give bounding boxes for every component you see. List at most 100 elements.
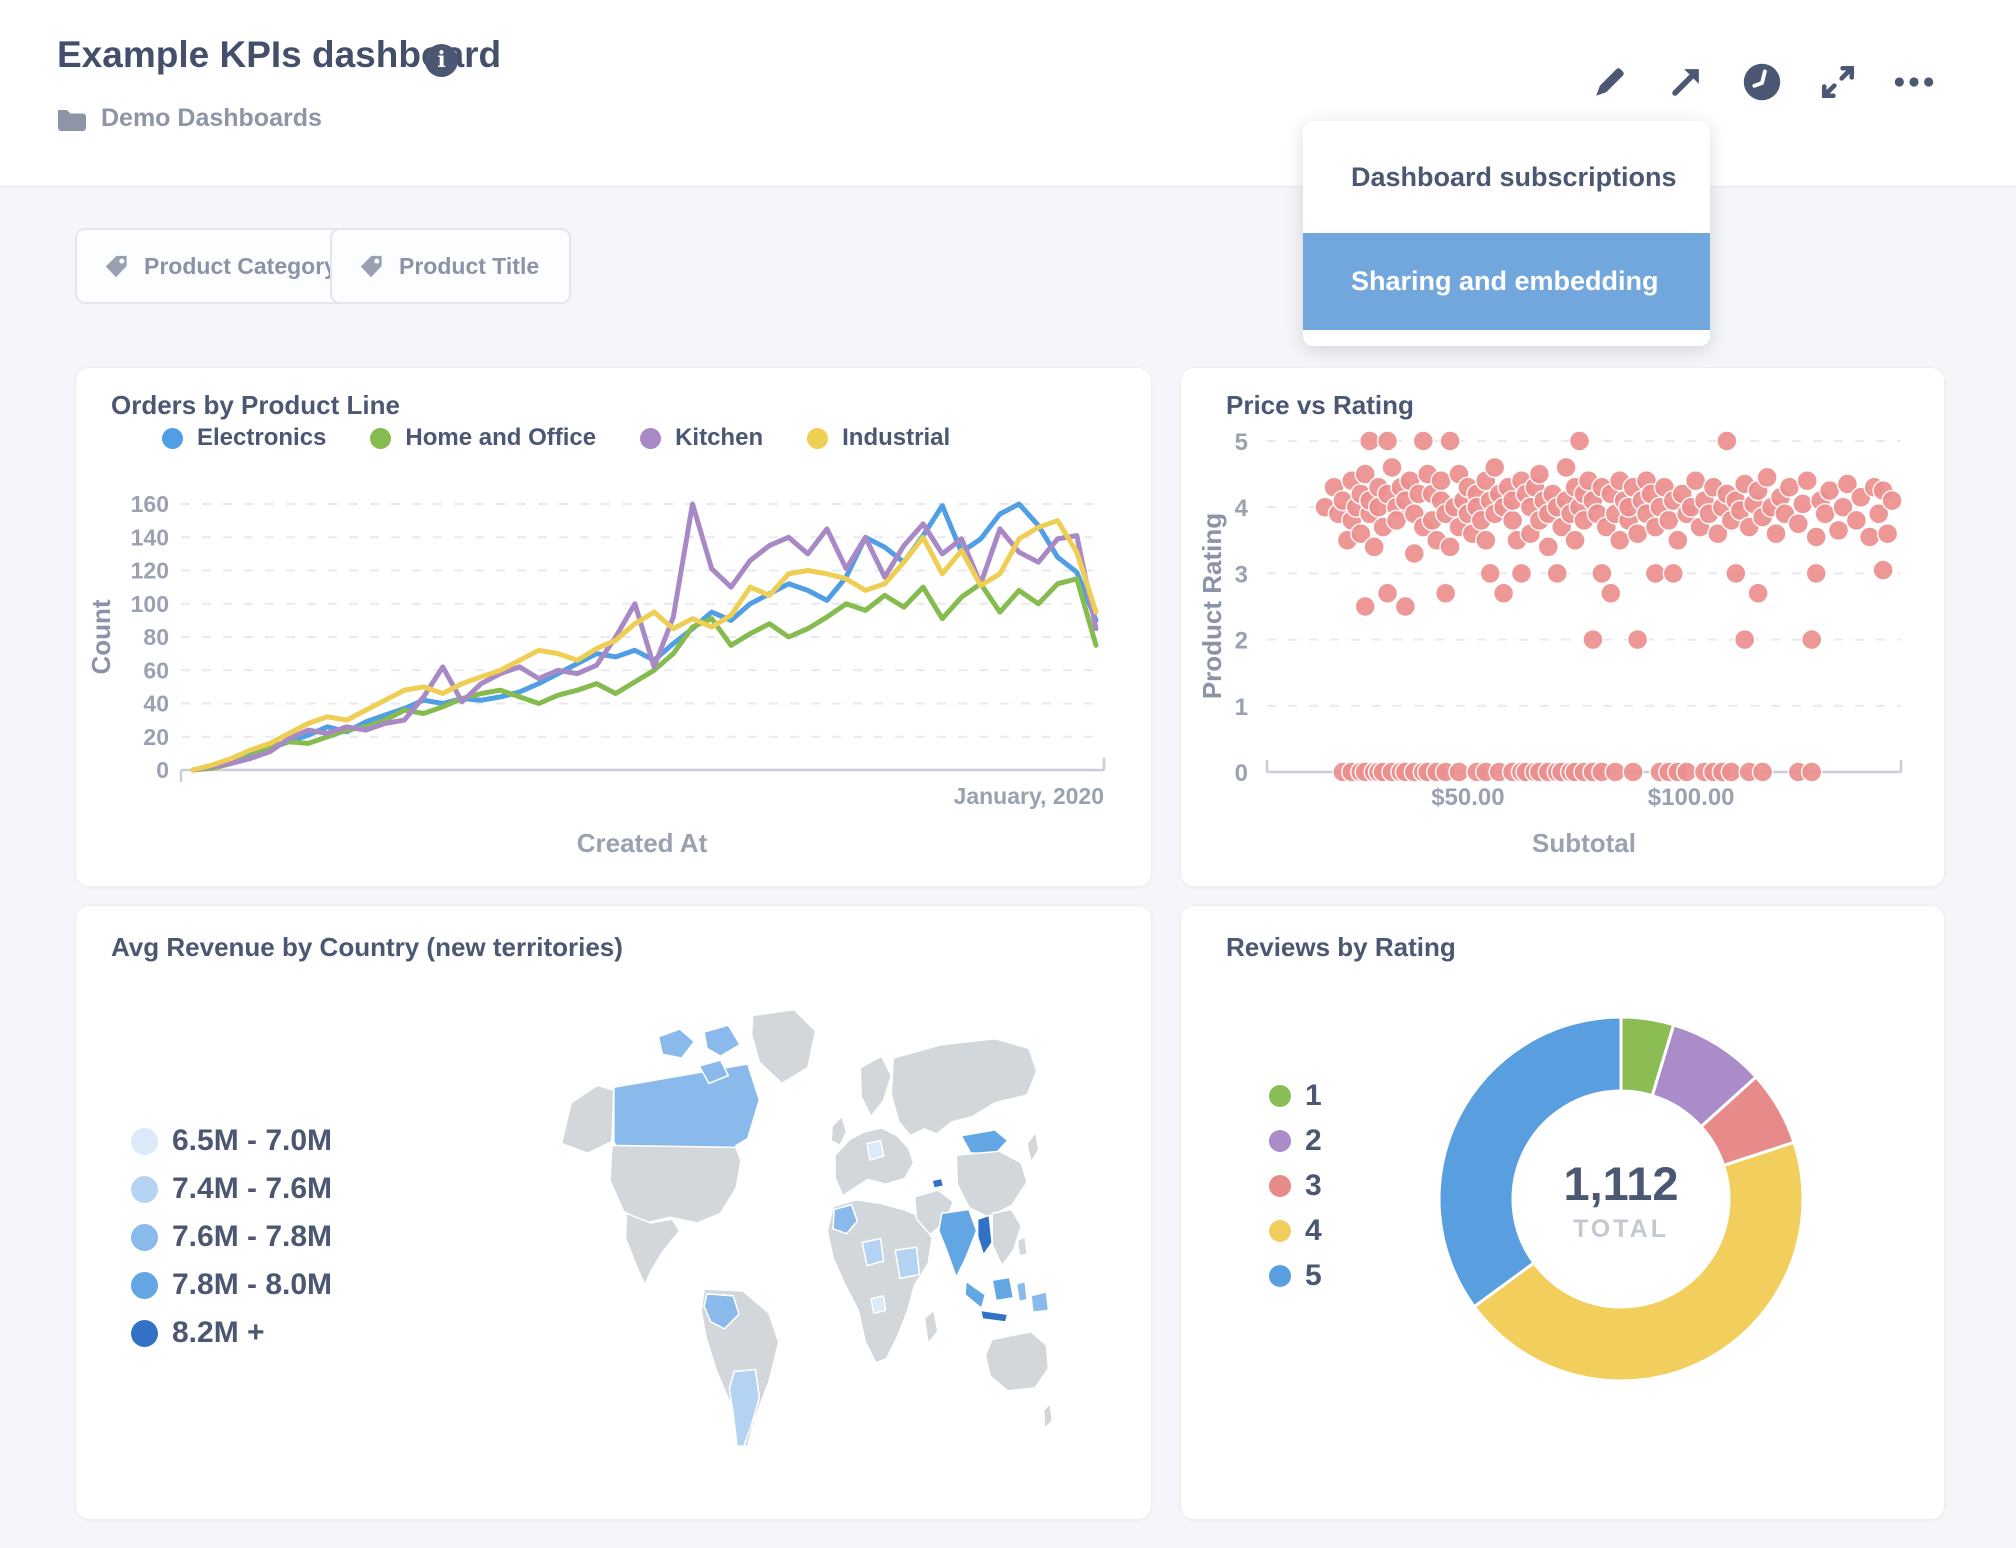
scatter-point[interactable] [1872,559,1894,581]
scatter-point[interactable] [1358,430,1381,452]
legend-item-kitchen[interactable]: Kitchen [640,424,763,452]
map-legend-item-1: 7.4M - 7.6M [131,1172,332,1206]
fullscreen-icon[interactable] [1814,58,1862,106]
scatter-point[interactable] [1644,562,1667,585]
scatter-point[interactable] [1510,562,1533,585]
filter-product-title[interactable]: Product Title [330,228,572,304]
scatter-point[interactable] [1591,562,1613,585]
scatter-point[interactable] [1792,493,1814,515]
scatter-point[interactable] [1716,430,1738,452]
scatter-point[interactable] [1568,430,1591,452]
scatter-point[interactable] [1818,479,1841,502]
scatter-point[interactable] [1608,529,1631,552]
country-canada-arctic [657,1028,696,1059]
scatter-point[interactable] [1354,595,1376,618]
scatter-point[interactable] [1475,529,1497,552]
scatter-point[interactable] [1805,526,1827,548]
scatter-point[interactable] [1626,628,1649,651]
scatter-point-zero[interactable] [1448,761,1470,783]
scatter-point[interactable] [1684,469,1707,492]
scatter-point[interactable] [1412,430,1435,452]
filter-label: Product Title [399,252,540,279]
ellipsis-icon[interactable] [1890,58,1938,106]
legend-dot [640,427,662,449]
donut-legend-item-4[interactable]: 4 [1269,1214,1322,1248]
scatter-point[interactable] [1787,513,1810,535]
line-series-home-and-office[interactable] [190,576,1099,773]
donut-legend-item-5[interactable]: 5 [1269,1259,1322,1293]
scatter-point-zero[interactable] [1800,761,1823,783]
scatter-point[interactable] [1439,536,1461,558]
scatter-point[interactable] [1582,628,1604,651]
breadcrumb[interactable]: Demo Dashboards [57,104,322,133]
header: Example KPIs dashboard i Demo Dashboards [0,0,2016,187]
scatter-point-zero[interactable] [1720,761,1743,783]
scatter-point[interactable] [1747,582,1769,605]
world-map[interactable] [431,998,1176,1483]
donut-legend-item-1[interactable]: 1 [1269,1079,1322,1113]
scatter-point[interactable] [1600,582,1622,605]
scatter-point[interactable] [1385,509,1408,532]
scatter-point[interactable] [1827,519,1850,542]
menu-item-sharing-and-embedding[interactable]: Sharing and embedding [1303,233,1710,330]
menu-item-dashboard-subscriptions[interactable]: Dashboard subscriptions [1303,121,1710,233]
scatter-point[interactable] [1492,582,1515,605]
scatter-point[interactable] [1376,430,1399,452]
scatter-point[interactable] [1528,463,1551,485]
legend-dot [1269,1130,1291,1152]
legend-item-home-and-office[interactable]: Home and Office [370,424,596,452]
scatter-point[interactable] [1805,562,1827,585]
scatter-point[interactable] [1564,529,1586,552]
scatter-point[interactable] [1381,456,1403,479]
scatter-point[interactable] [1479,562,1501,585]
scatter-point[interactable] [1537,536,1560,558]
scatter-point[interactable] [1667,529,1689,552]
scatter-point[interactable] [1394,595,1417,618]
scatter-point[interactable] [1800,628,1823,651]
scatter-point-zero[interactable] [1675,761,1698,783]
donut-legend-item-3[interactable]: 3 [1269,1169,1322,1203]
y-axis-title: Product Rating [1197,513,1227,699]
scatter-point-zero[interactable] [1751,761,1774,783]
region-usa [609,1144,742,1224]
scatter-point[interactable] [1845,509,1868,532]
scatter-point[interactable] [1756,466,1778,489]
scatter-point[interactable] [1733,628,1756,651]
scatter-point[interactable] [1858,526,1881,548]
scatter-point[interactable] [1501,509,1524,532]
scatter-point[interactable] [1778,476,1801,499]
scatter-point[interactable] [1430,469,1452,492]
scatter-point[interactable] [1403,542,1426,565]
scatter-point[interactable] [1626,522,1649,545]
scatter-point-zero[interactable] [1622,761,1644,783]
legend-dot [131,1223,158,1251]
scatter-point[interactable] [1546,562,1568,585]
clock-icon[interactable] [1738,58,1786,106]
scatter-point[interactable] [1881,489,1903,512]
scatter-point[interactable] [1555,456,1577,479]
scatter-point[interactable] [1662,562,1685,585]
legend-item-industrial[interactable]: Industrial [807,424,950,452]
scatter-point[interactable] [1439,430,1461,452]
y-tick-label: 160 [131,491,169,517]
scatter-point[interactable] [1658,509,1680,532]
scatter-point[interactable] [1814,503,1836,525]
scatter-point[interactable] [1483,456,1506,479]
scatter-point[interactable] [1765,522,1787,545]
country-indonesia-sumatra [964,1280,987,1310]
edit-pencil-icon[interactable] [1586,58,1634,106]
scatter-point[interactable] [1796,469,1818,492]
scatter-point[interactable] [1376,582,1399,605]
legend-item-electronics[interactable]: Electronics [162,424,326,452]
scatter-point[interactable] [1876,522,1899,545]
info-icon[interactable]: i [425,44,458,77]
legend-label: 5 [1305,1259,1322,1292]
scatter-point[interactable] [1434,582,1457,605]
scatter-point-zero[interactable] [1604,761,1627,783]
scatter-point[interactable] [1363,536,1385,558]
donut-legend-item-2[interactable]: 2 [1269,1124,1322,1158]
scatter-point[interactable] [1725,562,1747,585]
filter-product-category[interactable]: Product Category [75,228,369,304]
share-arrow-icon[interactable] [1662,58,1710,106]
legend-dot [131,1271,158,1299]
